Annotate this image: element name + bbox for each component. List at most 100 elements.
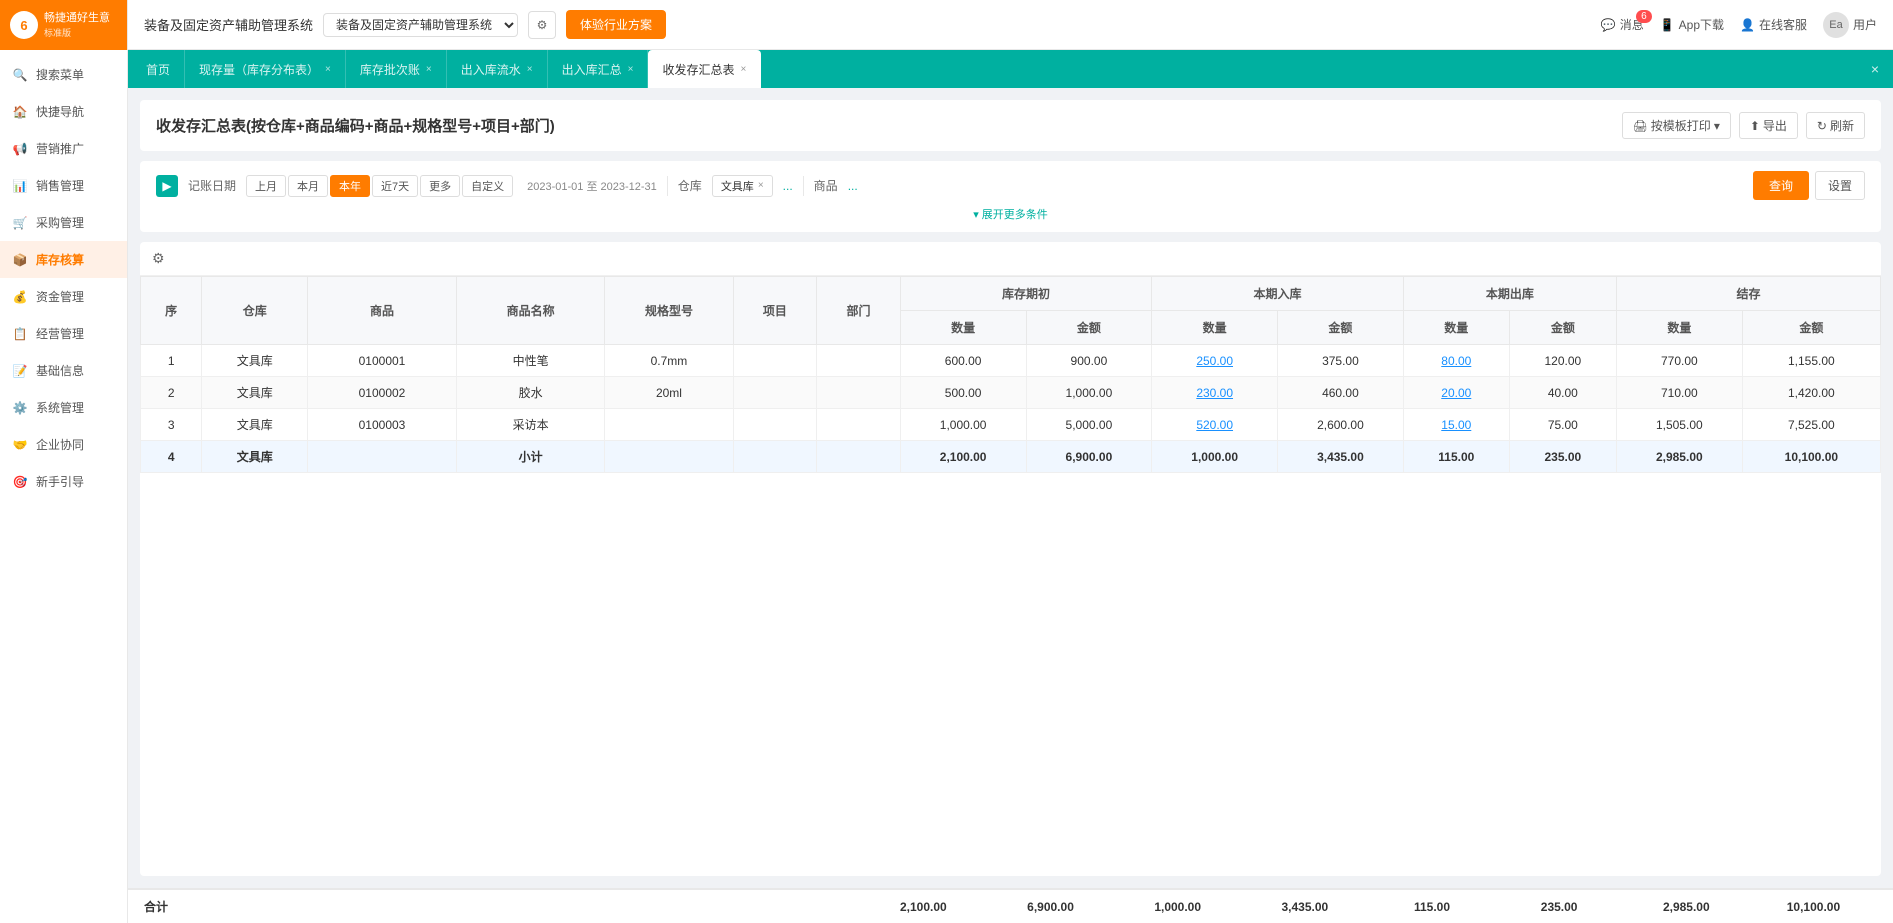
sidebar-item-label: 营销推广 <box>36 140 84 157</box>
cell-in-amt: 460.00 <box>1278 377 1404 409</box>
warehouse-tag-text: 文具库 <box>721 178 754 194</box>
cell-out-qty-link[interactable]: 20.00 <box>1441 386 1471 400</box>
sidebar-item-marketing[interactable]: 📢 营销推广 <box>0 130 127 167</box>
date-btn-this-year[interactable]: 本年 <box>330 175 370 197</box>
sidebar-item-sales[interactable]: 📊 销售管理 <box>0 167 127 204</box>
sidebar-item-newbie[interactable]: 🎯 新手引导 <box>0 463 127 500</box>
tab-home[interactable]: 首页 <box>132 50 185 88</box>
tab-inventory-dist[interactable]: 现存量（库存分布表） × <box>185 50 346 88</box>
tab-recv-send[interactable]: 收发存汇总表 × <box>648 50 761 88</box>
filter-toggle[interactable]: ▶ <box>156 175 178 197</box>
export-label: 导出 <box>1763 117 1787 134</box>
cell-dept <box>817 441 901 473</box>
sidebar-item-system[interactable]: ⚙️ 系统管理 <box>0 389 127 426</box>
warehouse-tag-close[interactable]: × <box>758 180 764 191</box>
refresh-button[interactable]: ↻ 刷新 <box>1806 112 1865 139</box>
tab-inventory-dist-label: 现存量（库存分布表） <box>199 61 319 78</box>
online-service-label: 在线客服 <box>1759 16 1807 33</box>
warehouse-ellipsis[interactable]: ... <box>783 179 793 193</box>
tab-inout-flow-close[interactable]: × <box>527 64 533 75</box>
cell-out-qty[interactable]: 20.00 <box>1403 377 1509 409</box>
table-row: 1文具库0100001中性笔0.7mm600.00900.00250.00375… <box>141 345 1881 377</box>
tab-inventory-dist-close[interactable]: × <box>325 64 331 75</box>
divider-1 <box>667 176 668 196</box>
tab-inout-summary-close[interactable]: × <box>628 64 634 75</box>
topbar: 装备及固定资产辅助管理系统 装备及固定资产辅助管理系统 ⚙ 体验行业方案 💬 消… <box>128 0 1893 50</box>
cell-out-amt: 75.00 <box>1509 409 1616 441</box>
tab-inout-flow[interactable]: 出入库流水 × <box>447 50 548 88</box>
date-btn-7days[interactable]: 近7天 <box>372 175 418 197</box>
user-button[interactable]: Ea 用户 <box>1823 12 1877 38</box>
message-icon: 💬 <box>1601 18 1616 32</box>
cell-in-qty-link[interactable]: 520.00 <box>1196 418 1233 432</box>
export-button[interactable]: ⬆ 导出 <box>1739 112 1798 139</box>
sidebar-item-purchase[interactable]: 🛒 采购管理 <box>0 204 127 241</box>
main-area: 装备及固定资产辅助管理系统 装备及固定资产辅助管理系统 ⚙ 体验行业方案 💬 消… <box>128 0 1893 923</box>
th-department: 部门 <box>817 277 901 345</box>
page-title: 收发存汇总表(按仓库+商品编码+商品+规格型号+项目+部门) <box>156 115 555 136</box>
cell-out-qty[interactable]: 80.00 <box>1403 345 1509 377</box>
tab-recv-send-close[interactable]: × <box>740 64 746 75</box>
print-icon: 🖨 <box>1633 119 1648 133</box>
cell-name: 中性笔 <box>456 345 605 377</box>
sidebar: 6 畅捷通好生意 标准版 🔍 搜索菜单 🏠 快捷导航 📢 营销推广 📊 销售管理… <box>0 0 128 923</box>
expand-button[interactable]: ▾ 展开更多条件 <box>973 206 1048 222</box>
print-button[interactable]: 🖨 按模板打印 ▾ <box>1622 112 1731 139</box>
th-out-qty: 数量 <box>1403 311 1509 345</box>
date-btn-more[interactable]: 更多 <box>420 175 460 197</box>
cell-in-qty[interactable]: 230.00 <box>1152 377 1278 409</box>
message-button[interactable]: 💬 消息 6 <box>1601 16 1644 33</box>
sidebar-item-operations[interactable]: 📋 经营管理 <box>0 315 127 352</box>
sidebar-item-enterprise[interactable]: 🤝 企业协同 <box>0 426 127 463</box>
setting-button[interactable]: 设置 <box>1815 171 1865 200</box>
user-avatar: Ea <box>1823 12 1849 38</box>
cell-name: 小计 <box>456 441 605 473</box>
cell-code: 0100002 <box>308 377 457 409</box>
capital-icon: 💰 <box>12 289 28 305</box>
cell-open-amt: 1,000.00 <box>1026 377 1152 409</box>
cell-in-qty[interactable]: 520.00 <box>1152 409 1278 441</box>
footer-spacer4 <box>605 900 732 914</box>
app-download-button[interactable]: 📱 App下载 <box>1660 16 1724 33</box>
query-button[interactable]: 查询 <box>1753 171 1809 200</box>
footer-spacer5 <box>733 900 860 914</box>
sidebar-item-label: 经营管理 <box>36 325 84 342</box>
cell-in-qty[interactable]: 250.00 <box>1152 345 1278 377</box>
sidebar-item-capital[interactable]: 💰 资金管理 <box>0 278 127 315</box>
cell-in-qty-link[interactable]: 230.00 <box>1196 386 1233 400</box>
cell-out-qty-link[interactable]: 15.00 <box>1441 418 1471 432</box>
marketing-icon: 📢 <box>12 141 28 157</box>
expand-row: ▾ 展开更多条件 <box>156 206 1865 222</box>
sidebar-item-quick-nav[interactable]: 🏠 快捷导航 <box>0 93 127 130</box>
system-selector[interactable]: 装备及固定资产辅助管理系统 <box>323 13 518 37</box>
cell-in-qty-link[interactable]: 250.00 <box>1196 354 1233 368</box>
cell-dept <box>817 409 901 441</box>
date-btn-custom[interactable]: 自定义 <box>462 175 513 197</box>
settings-icon[interactable]: ⚙ <box>152 250 165 267</box>
tab-bar-close[interactable]: × <box>1861 61 1889 77</box>
tab-bar: 首页 现存量（库存分布表） × 库存批次账 × 出入库流水 × 出入库汇总 × … <box>128 50 1893 88</box>
chevron-down-icon: ▾ <box>1714 119 1720 133</box>
th-goods-spec: 规格型号 <box>605 277 733 345</box>
date-btn-this-month[interactable]: 本月 <box>288 175 328 197</box>
cell-out-qty[interactable]: 15.00 <box>1403 409 1509 441</box>
footer-values: 2,100.00 6,900.00 1,000.00 3,435.00 115.… <box>224 900 1877 914</box>
logo-text: 畅捷通好生意 <box>44 11 110 25</box>
online-service-button[interactable]: 👤 在线客服 <box>1740 16 1807 33</box>
gear-button[interactable]: ⚙ <box>528 11 556 39</box>
operations-icon: 📋 <box>12 326 28 342</box>
tab-batch-close[interactable]: × <box>426 64 432 75</box>
sidebar-logo: 6 畅捷通好生意 标准版 <box>0 0 127 50</box>
cell-open-amt: 900.00 <box>1026 345 1152 377</box>
sidebar-item-inventory[interactable]: 📦 库存核算 <box>0 241 127 278</box>
data-table: 序 仓库 商品 商品名称 规格型号 项目 部门 库存期初 本期入库 本期出库 结… <box>140 276 1881 473</box>
trial-button[interactable]: 体验行业方案 <box>566 10 666 39</box>
sidebar-item-base-info[interactable]: 📝 基础信息 <box>0 352 127 389</box>
cell-open-qty: 600.00 <box>900 345 1026 377</box>
cell-out-qty-link[interactable]: 80.00 <box>1441 354 1471 368</box>
tab-inout-summary[interactable]: 出入库汇总 × <box>548 50 649 88</box>
tab-batch[interactable]: 库存批次账 × <box>346 50 447 88</box>
sidebar-item-search[interactable]: 🔍 搜索菜单 <box>0 56 127 93</box>
date-btn-last-month[interactable]: 上月 <box>246 175 286 197</box>
goods-ellipsis[interactable]: ... <box>848 179 858 193</box>
